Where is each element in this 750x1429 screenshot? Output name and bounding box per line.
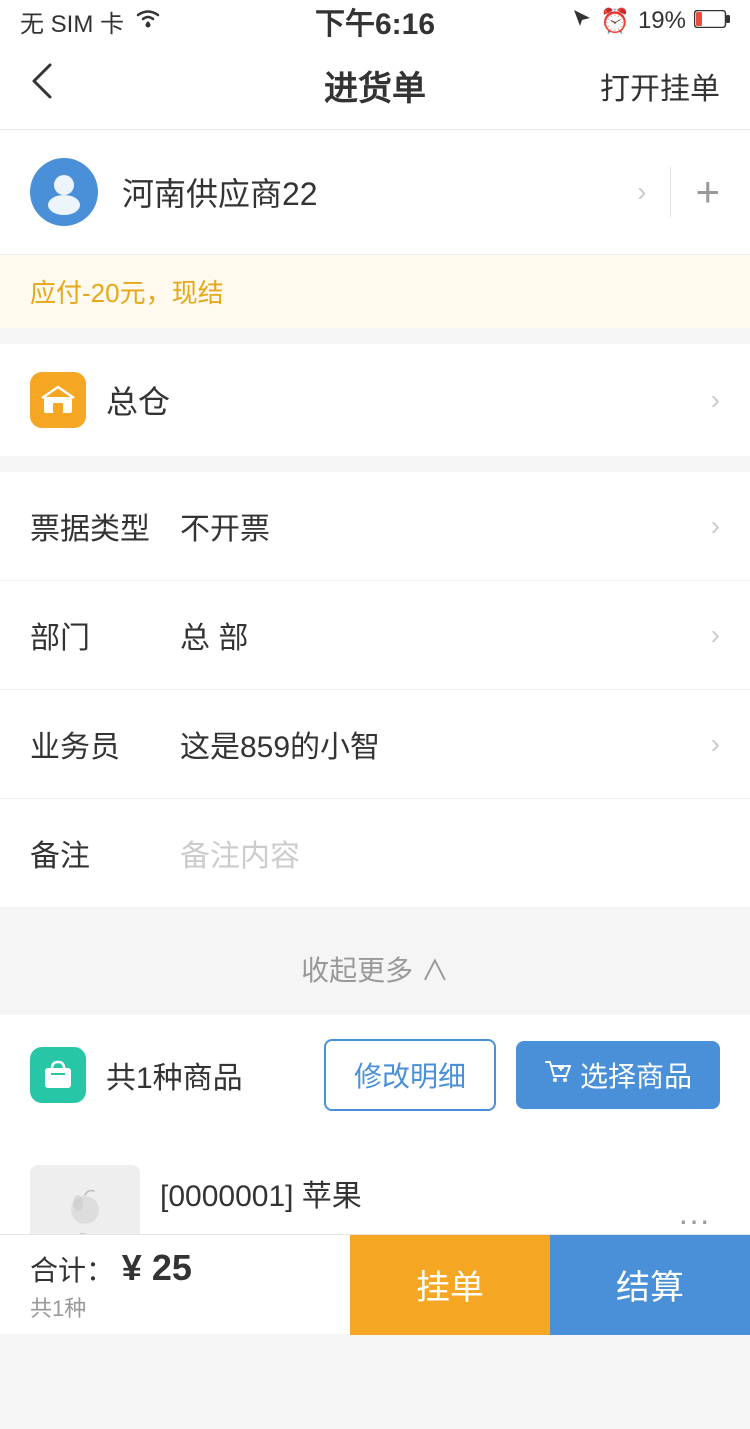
page-title: 进货单 bbox=[324, 61, 426, 110]
total-line: 合计： ¥ 25 bbox=[30, 1247, 320, 1289]
battery-percent: 19% bbox=[638, 7, 686, 35]
remark-row[interactable]: 备注 备注内容 bbox=[0, 799, 750, 907]
status-right: ⏰ 19% bbox=[572, 7, 730, 36]
product-icon bbox=[30, 1047, 86, 1103]
remark-input[interactable]: 备注内容 bbox=[180, 831, 720, 875]
wifi-icon bbox=[134, 7, 162, 35]
bottom-spacer bbox=[0, 1319, 750, 1429]
warehouse-chevron-icon: › bbox=[711, 384, 720, 416]
collapse-toggle[interactable]: 收起更多 ∧ bbox=[0, 923, 750, 1015]
total-section: 合计： ¥ 25 共1种 bbox=[0, 1247, 350, 1323]
supplier-name: 河南供应商22 bbox=[122, 169, 637, 215]
product-count: 共1种商品 bbox=[106, 1053, 304, 1097]
warehouse-icon bbox=[30, 372, 86, 428]
product-header: 共1种商品 修改明细 选择商品 bbox=[0, 1015, 750, 1135]
invoice-row[interactable]: 票据类型 不开票 › bbox=[0, 472, 750, 581]
cart-icon bbox=[544, 1059, 572, 1091]
total-amount: ¥ 25 bbox=[122, 1247, 192, 1288]
location-icon bbox=[572, 7, 592, 35]
status-time: 下午6:16 bbox=[315, 0, 435, 43]
nav-bar: 进货单 打开挂单 bbox=[0, 42, 750, 130]
salesman-row[interactable]: 业务员 这是859的小智 › bbox=[0, 690, 750, 799]
supplier-row[interactable]: 河南供应商22 › + bbox=[0, 130, 750, 255]
carrier-label: 无 SIM 卡 bbox=[20, 4, 124, 39]
dept-label: 部门 bbox=[30, 613, 150, 657]
battery-icon bbox=[694, 7, 730, 35]
dept-value: 总 部 bbox=[180, 613, 711, 657]
chevron-right-icon: › bbox=[637, 176, 646, 208]
back-button[interactable] bbox=[30, 61, 54, 110]
checkout-button[interactable]: 结算 bbox=[550, 1235, 750, 1335]
salesman-value: 这是859的小智 bbox=[180, 722, 711, 766]
supplier-avatar bbox=[30, 158, 98, 226]
supplier-card: 河南供应商22 › + 应付-20元，现结 bbox=[0, 130, 750, 328]
warehouse-card: 总仓 › bbox=[0, 344, 750, 456]
remark-label: 备注 bbox=[30, 831, 150, 875]
dept-chevron-icon: › bbox=[711, 619, 720, 651]
product-name: [0000001] 苹果 bbox=[160, 1171, 648, 1215]
invoice-chevron-icon: › bbox=[711, 510, 720, 542]
salesman-chevron-icon: › bbox=[711, 728, 720, 760]
total-count: 共1种 bbox=[30, 1291, 320, 1323]
dept-row[interactable]: 部门 总 部 › bbox=[0, 581, 750, 690]
hang-button[interactable]: 挂单 bbox=[350, 1235, 550, 1335]
status-left: 无 SIM 卡 bbox=[20, 4, 162, 39]
warehouse-name: 总仓 bbox=[106, 377, 711, 423]
supplier-notice: 应付-20元，现结 bbox=[0, 255, 750, 328]
vertical-divider bbox=[670, 167, 671, 217]
alarm-icon: ⏰ bbox=[600, 7, 630, 36]
warehouse-row[interactable]: 总仓 › bbox=[0, 344, 750, 456]
select-product-label: 选择商品 bbox=[580, 1055, 692, 1095]
edit-details-button[interactable]: 修改明细 bbox=[324, 1039, 496, 1111]
status-bar: 无 SIM 卡 下午6:16 ⏰ 19% bbox=[0, 0, 750, 42]
open-hang-button[interactable]: 打开挂单 bbox=[600, 64, 720, 108]
invoice-value: 不开票 bbox=[180, 504, 711, 548]
salesman-label: 业务员 bbox=[30, 722, 150, 766]
form-card: 票据类型 不开票 › 部门 总 部 › 业务员 这是859的小智 › 备注 备注… bbox=[0, 472, 750, 907]
select-product-button[interactable]: 选择商品 bbox=[516, 1041, 720, 1109]
total-label: 合计： bbox=[30, 1255, 114, 1286]
add-supplier-button[interactable]: + bbox=[695, 168, 720, 216]
bottom-bar: 合计： ¥ 25 共1种 挂单 结算 bbox=[0, 1234, 750, 1334]
invoice-label: 票据类型 bbox=[30, 504, 150, 548]
